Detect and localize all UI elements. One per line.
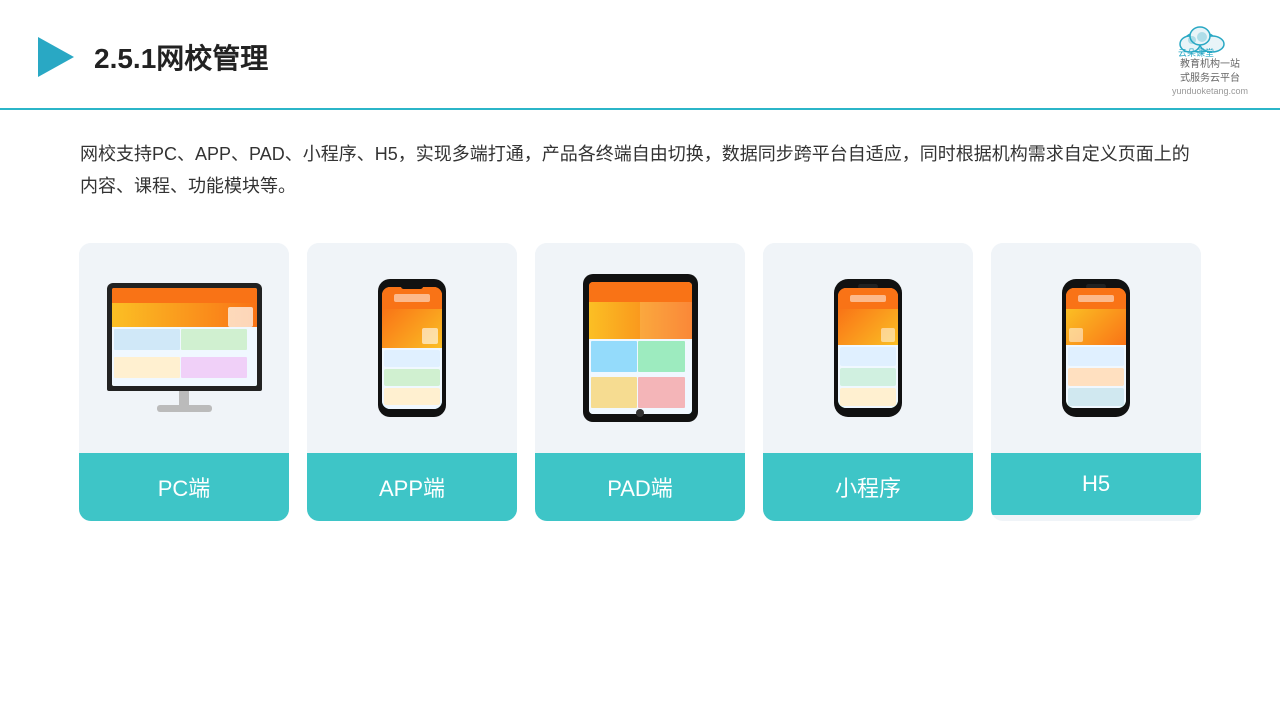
logo-icon: 云朵课堂 — [1170, 18, 1250, 58]
card-pad-label: PAD端 — [535, 453, 745, 521]
card-miniapp-label: 小程序 — [763, 453, 973, 521]
card-h5-label: H5 — [991, 453, 1201, 515]
card-pc-image — [79, 243, 289, 453]
phone-mockup-app — [378, 279, 446, 417]
page-title: 2.5.1网校管理 — [94, 37, 268, 77]
phone-mockup-miniapp — [834, 279, 902, 417]
card-pc: PC端 — [79, 243, 289, 521]
description-content: 网校支持PC、APP、PAD、小程序、H5，实现多端打通，产品各终端自由切换，数… — [80, 144, 1190, 196]
card-pad-image — [535, 243, 745, 453]
card-app-image — [307, 243, 517, 453]
card-h5-image — [991, 243, 1201, 453]
logo-area: 云朵课堂 教育机构一站式服务云平台 yunduoketang.com — [1170, 18, 1250, 96]
play-icon — [30, 33, 78, 81]
monitor-mockup — [107, 283, 262, 412]
card-pad: PAD端 — [535, 243, 745, 521]
header-left: 2.5.1网校管理 — [30, 33, 268, 81]
svg-text:云朵课堂: 云朵课堂 — [1178, 47, 1214, 58]
phone-mockup-h5 — [1062, 279, 1130, 417]
card-miniapp-image — [763, 243, 973, 453]
description-text: 网校支持PC、APP、PAD、小程序、H5，实现多端打通，产品各终端自由切换，数… — [0, 110, 1280, 213]
card-app-label: APP端 — [307, 453, 517, 521]
card-h5: H5 — [991, 243, 1201, 521]
card-app: APP端 — [307, 243, 517, 521]
card-miniapp: 小程序 — [763, 243, 973, 521]
logo-url: yunduoketang.com — [1172, 86, 1248, 96]
card-pc-label: PC端 — [79, 453, 289, 521]
page-header: 2.5.1网校管理 云朵课堂 教育机构一站式服务云平台 yunduoketang… — [0, 0, 1280, 110]
tablet-mockup — [583, 274, 698, 422]
logo-subtitle: 教育机构一站式服务云平台 — [1180, 58, 1240, 86]
cards-container: PC端 — [0, 213, 1280, 541]
